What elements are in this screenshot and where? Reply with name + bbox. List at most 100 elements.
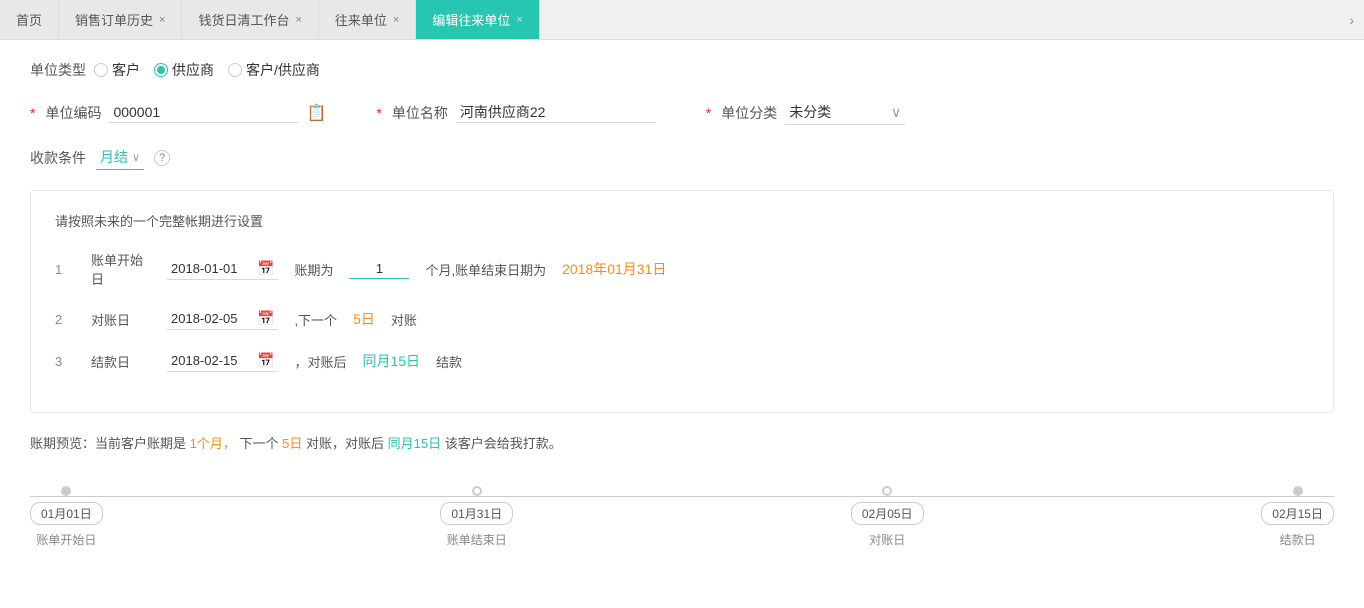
tab-home[interactable]: 首页 (0, 0, 59, 39)
tab-more-button[interactable]: › (1339, 0, 1364, 39)
period-highlight-2: 5日 (353, 309, 375, 329)
unit-name-group: * 单位名称 (376, 102, 655, 123)
radio-customer-label: 客户 (112, 60, 140, 80)
period-num-2: 2 (55, 312, 75, 327)
unit-code-label: 单位编码 (45, 103, 101, 123)
date-val-2: 2018-02-05 (171, 311, 251, 326)
radio-group: 客户 供应商 客户/供应商 (94, 60, 320, 80)
period-num-3: 3 (55, 354, 75, 369)
timeline-label-0: 账单开始日 (36, 531, 96, 548)
unit-class-value: 未分类 (789, 102, 887, 122)
unit-type-group: 单位类型 客户 供应商 客户/供应商 (30, 60, 320, 80)
preview-mid2: 对账，对账后 (306, 436, 384, 451)
unit-type-label: 单位类型 (30, 60, 86, 80)
unit-class-chevron-icon: ∨ (891, 104, 901, 121)
period-desc-post-1: 个月,账单结束日期为 (425, 260, 546, 279)
preview-mid1: 下一个 (240, 436, 279, 451)
radio-supplier-circle (154, 63, 168, 77)
unit-code-calendar-icon[interactable]: 📋 (306, 103, 326, 123)
radio-both-circle (228, 63, 242, 77)
timeline-label-3: 结款日 (1280, 531, 1316, 548)
calendar-icon-3[interactable]: 📅 (257, 352, 274, 369)
radio-both-label: 客户/供应商 (246, 60, 320, 80)
tab-sales-history[interactable]: 销售订单历史 × (59, 0, 182, 39)
timeline-dot-0 (61, 486, 71, 496)
unit-class-select[interactable]: 未分类 ∨ (785, 100, 905, 125)
timeline-node-0: 01月01日 账单开始日 (30, 486, 103, 548)
radio-supplier-label: 供应商 (172, 60, 214, 80)
content-area: 单位类型 客户 供应商 客户/供应商 * 单位编码 (0, 40, 1364, 608)
timeline: 01月01日 账单开始日 01月31日 账单结束日 02月05日 对账日 02月… (30, 476, 1334, 568)
unit-info-row: * 单位编码 📋 * 单位名称 * 单位分类 未分类 ∨ (30, 100, 1334, 125)
radio-customer-circle (94, 63, 108, 77)
payment-select[interactable]: 月结 ∨ (96, 145, 144, 170)
payment-value: 月结 (100, 147, 128, 167)
tab-close-units[interactable]: × (393, 14, 399, 26)
preview-prefix: 账期预览：当前客户账期是 (30, 436, 186, 451)
period-highlight-3: 同月15日 (362, 351, 420, 371)
unit-type-row: 单位类型 客户 供应商 客户/供应商 (30, 60, 1334, 80)
timeline-badge-2: 02月05日 (851, 502, 924, 525)
date-input-1[interactable]: 2018-01-01 📅 (167, 258, 278, 280)
timeline-dot-1 (472, 486, 482, 496)
tabs-bar: 首页 销售订单历史 × 钱货日清工作台 × 往来单位 × 编辑往来单位 × › (0, 0, 1364, 40)
payment-label: 收款条件 (30, 148, 86, 168)
payment-chevron-icon: ∨ (132, 151, 140, 164)
timeline-badge-0: 01月01日 (30, 502, 103, 525)
unit-code-star: * (30, 105, 35, 121)
period-desc-pre-2: ,下一个 (294, 310, 337, 329)
unit-code-input[interactable] (109, 102, 298, 123)
panel-title: 请按照未来的一个完整帐期进行设置 (55, 211, 1309, 230)
period-num-1: 1 (55, 262, 75, 277)
tab-close-edit-unit[interactable]: × (516, 14, 522, 26)
timeline-node-1: 01月31日 账单结束日 (440, 486, 513, 548)
period-panel: 请按照未来的一个完整帐期进行设置 1 账单开始日 2018-01-01 📅 账期… (30, 190, 1334, 413)
period-row-2: 2 对账日 2018-02-05 📅 ,下一个 5日 对账 (55, 308, 1309, 330)
preview-highlight3: 同月15日 (388, 436, 441, 451)
timeline-dot-2 (882, 486, 892, 496)
period-type-1: 账单开始日 (91, 250, 151, 288)
period-desc-post-3: 结款 (436, 352, 462, 371)
radio-both[interactable]: 客户/供应商 (228, 60, 320, 80)
timeline-node-2: 02月05日 对账日 (851, 486, 924, 548)
calendar-icon-1[interactable]: 📅 (257, 260, 274, 277)
timeline-badge-1: 01月31日 (440, 502, 513, 525)
period-desc-pre-1: 账期为 (294, 260, 333, 279)
tab-close-sales-history[interactable]: × (159, 14, 165, 26)
period-months-input[interactable] (349, 259, 409, 279)
timeline-badge-3: 02月15日 (1261, 502, 1334, 525)
period-row-1: 1 账单开始日 2018-01-01 📅 账期为 个月,账单结束日期为 2018… (55, 250, 1309, 288)
calendar-icon-2[interactable]: 📅 (257, 310, 274, 327)
payment-help-icon[interactable]: ? (154, 150, 170, 166)
unit-class-star: * (706, 105, 711, 121)
timeline-label-2: 对账日 (869, 531, 905, 548)
preview-section: 账期预览：当前客户账期是 1个月， 下一个 5日 对账，对账后 同月15日 该客… (30, 429, 1334, 452)
unit-class-group: * 单位分类 未分类 ∨ (706, 100, 905, 125)
period-desc-pre-3: ，对账后 (294, 352, 346, 371)
unit-name-star: * (376, 105, 381, 121)
timeline-dot-3 (1293, 486, 1303, 496)
date-input-2[interactable]: 2018-02-05 📅 (167, 308, 278, 330)
unit-class-label: 单位分类 (721, 103, 777, 123)
preview-highlight1: 1个月， (190, 436, 236, 451)
unit-name-input[interactable] (456, 102, 656, 123)
period-desc-post-2: 对账 (391, 310, 417, 329)
date-val-1: 2018-01-01 (171, 261, 251, 276)
unit-code-group: * 单位编码 📋 (30, 102, 326, 123)
date-input-3[interactable]: 2018-02-15 📅 (167, 350, 278, 372)
radio-supplier[interactable]: 供应商 (154, 60, 214, 80)
tab-close-cash-work[interactable]: × (295, 14, 301, 26)
period-row-3: 3 结款日 2018-02-15 📅 ，对账后 同月15日 结款 (55, 350, 1309, 372)
tab-cash-work[interactable]: 钱货日清工作台 × (182, 0, 318, 39)
period-type-2: 对账日 (91, 310, 151, 329)
unit-name-label: 单位名称 (392, 103, 448, 123)
timeline-node-3: 02月15日 结款日 (1261, 486, 1334, 548)
preview-suffix: 该客户会给我打款。 (445, 436, 562, 451)
tab-units[interactable]: 往来单位 × (319, 0, 416, 39)
period-highlight-1: 2018年01月31日 (562, 259, 666, 279)
tab-edit-unit[interactable]: 编辑往来单位 × (416, 0, 539, 39)
radio-customer[interactable]: 客户 (94, 60, 140, 80)
preview-highlight2: 5日 (282, 436, 302, 451)
timeline-nodes: 01月01日 账单开始日 01月31日 账单结束日 02月05日 对账日 02月… (30, 486, 1334, 548)
payment-row: 收款条件 月结 ∨ ? (30, 145, 1334, 170)
